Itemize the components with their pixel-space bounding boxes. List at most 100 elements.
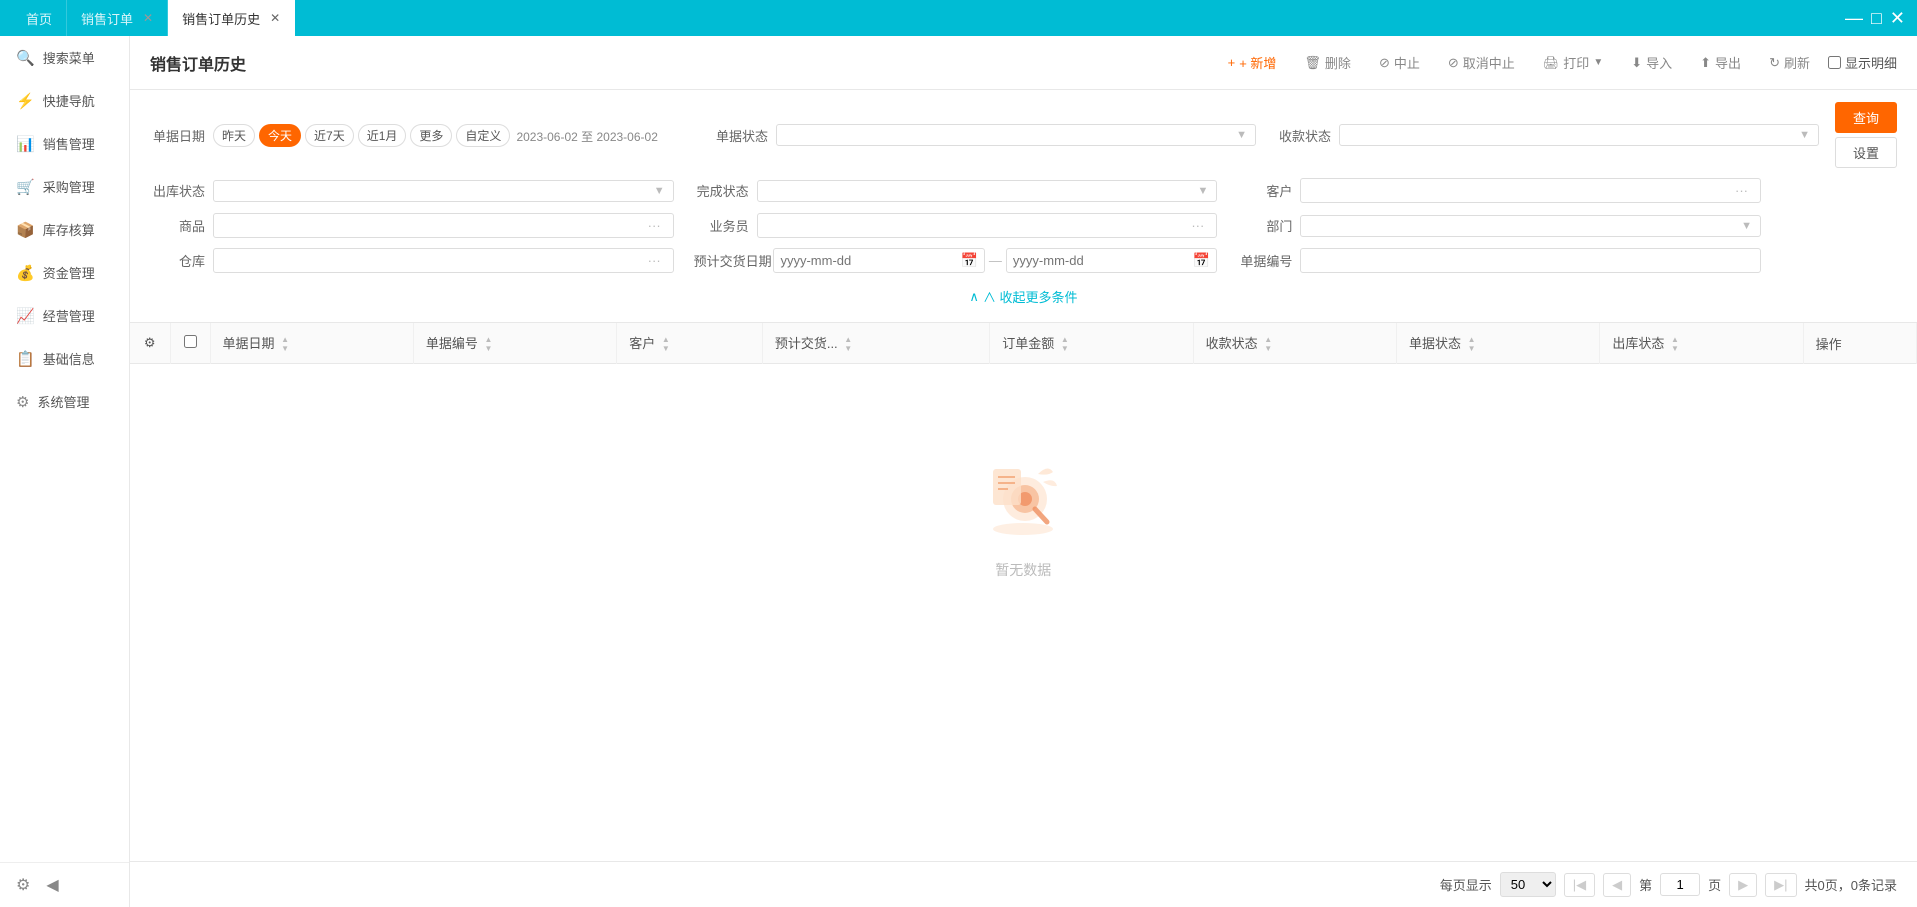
sidebar-item-search[interactable]: 🔍 搜索菜单 <box>0 36 129 79</box>
prev-page-btn[interactable]: ◀ <box>1603 873 1631 897</box>
query-button[interactable]: 查询 <box>1835 102 1897 133</box>
tab-sales-order-label: 销售订单 <box>81 9 133 28</box>
window-min[interactable]: — <box>1845 8 1863 29</box>
sort-order-icon[interactable]: ▲▼ <box>1468 336 1476 353</box>
delivery-from-wrap: 📅 <box>773 248 984 273</box>
collapse-row: ∧ ∧ 收起更多条件 <box>150 283 1897 310</box>
filter-row-4: 仓库 ··· 预计交货日期 📅 — <box>150 248 1897 273</box>
last-page-btn[interactable]: ▶| <box>1765 873 1796 897</box>
filter-area: 单据日期 昨天 今天 近7天 近1月 更多 自定义 2023-06-02 至 2… <box>130 90 1917 323</box>
operations-icon: 📈 <box>16 307 35 325</box>
select-all-checkbox[interactable] <box>184 335 197 348</box>
first-page-btn[interactable]: |◀ <box>1564 873 1595 897</box>
top-bar: 首页 销售订单 ✕ 销售订单历史 ✕ — □ ✕ <box>0 0 1917 36</box>
empty-state-row: 暂无数据 <box>130 364 1917 661</box>
window-close[interactable]: ✕ <box>1890 8 1905 29</box>
sidebar-item-system[interactable]: ⚙ 系统管理 <box>0 380 129 423</box>
sidebar-collapse-icon[interactable]: ◀ <box>46 875 58 895</box>
order-status-select[interactable]: ▼ <box>776 124 1256 146</box>
tab-sales-order-close[interactable]: ✕ <box>143 11 153 25</box>
salesman-select[interactable]: ··· <box>757 213 1218 238</box>
print-button[interactable]: 🖨 打印 ▼ <box>1533 48 1613 77</box>
main-layout: 🔍 搜索菜单 ⚡ 快捷导航 📊 销售管理 🛒 采购管理 📦 库存核算 💰 资金管… <box>0 36 1917 907</box>
sort-no-icon[interactable]: ▲▼ <box>485 336 493 353</box>
cancel-stop-button[interactable]: ⊘ 取消中止 <box>1438 48 1525 77</box>
th-out-status: 出库状态 ▲▼ <box>1600 323 1803 364</box>
sidebar-item-operations[interactable]: 📈 经营管理 <box>0 294 129 337</box>
refresh-icon: ↻ <box>1769 55 1780 71</box>
sidebar-item-basic-info-label: 基础信息 <box>43 349 95 368</box>
delivery-to-input[interactable] <box>1013 253 1189 268</box>
tab-sales-history-close[interactable]: ✕ <box>270 11 280 25</box>
salesman-ellipsis[interactable]: ··· <box>1187 218 1208 233</box>
th-action: 操作 <box>1803 323 1916 364</box>
per-page-select[interactable]: 10 20 50 100 <box>1500 872 1556 897</box>
sort-delivery-icon[interactable]: ▲▼ <box>844 336 852 353</box>
add-icon: + <box>1228 55 1236 70</box>
sort-out-icon[interactable]: ▲▼ <box>1671 336 1679 353</box>
window-max[interactable]: □ <box>1871 8 1882 29</box>
sort-date-icon[interactable]: ▲▼ <box>281 336 289 353</box>
collapse-icon: ∧ <box>969 289 979 305</box>
sidebar-item-finance[interactable]: 💰 资金管理 <box>0 251 129 294</box>
product-select[interactable]: ··· <box>213 213 674 238</box>
customer-ellipsis[interactable]: ··· <box>1731 183 1752 198</box>
warehouse-ellipsis[interactable]: ··· <box>644 253 665 268</box>
date-pill-yesterday[interactable]: 昨天 <box>213 124 255 147</box>
export-button[interactable]: ⬆ 导出 <box>1690 48 1751 77</box>
calendar-to-icon[interactable]: 📅 <box>1193 252 1210 269</box>
pay-status-label: 收款状态 <box>1276 126 1331 145</box>
date-pill-custom[interactable]: 自定义 <box>456 124 510 147</box>
add-button[interactable]: + + 新增 <box>1218 48 1287 77</box>
date-pill-1month[interactable]: 近1月 <box>358 124 407 147</box>
date-pill-7days[interactable]: 近7天 <box>305 124 354 147</box>
sort-customer-icon[interactable]: ▲▼ <box>662 336 670 353</box>
tab-sales-order[interactable]: 销售订单 ✕ <box>67 0 168 36</box>
collapse-button[interactable]: ∧ ∧ 收起更多条件 <box>965 283 1081 310</box>
stop-button[interactable]: ⊘ 中止 <box>1369 48 1430 77</box>
filter-row-3: 商品 ··· 业务员 ··· 部门 <box>150 213 1897 238</box>
print-icon: 🖨 <box>1543 55 1560 71</box>
settings-gear-icon[interactable]: ⚙ <box>144 335 156 350</box>
customer-filter: 客户 ··· <box>1217 178 1761 203</box>
out-status-filter: 出库状态 ▼ <box>150 180 674 202</box>
customer-select[interactable]: ··· <box>1300 178 1761 203</box>
tab-home[interactable]: 首页 <box>12 0 67 36</box>
out-status-select[interactable]: ▼ <box>213 180 674 202</box>
delete-button[interactable]: 🗑 删除 <box>1294 48 1361 77</box>
dept-select[interactable]: ▼ <box>1300 215 1761 237</box>
tab-home-label: 首页 <box>26 9 52 28</box>
sidebar-item-inventory[interactable]: 📦 库存核算 <box>0 208 129 251</box>
sidebar-item-purchase[interactable]: 🛒 采购管理 <box>0 165 129 208</box>
sidebar-item-quick-nav[interactable]: ⚡ 快捷导航 <box>0 79 129 122</box>
display-toggle[interactable]: 显示明细 <box>1828 53 1897 72</box>
date-pill-more[interactable]: 更多 <box>410 124 452 147</box>
sort-amount-icon[interactable]: ▲▼ <box>1061 336 1069 353</box>
delivery-from-input[interactable] <box>780 253 956 268</box>
warehouse-select[interactable]: ··· <box>213 248 674 273</box>
pay-status-select[interactable]: ▼ <box>1339 124 1819 146</box>
sidebar-settings-icon[interactable]: ⚙ <box>16 875 30 895</box>
page-input[interactable] <box>1660 873 1700 896</box>
sidebar-item-basic-info[interactable]: 📋 基础信息 <box>0 337 129 380</box>
date-pill-today[interactable]: 今天 <box>259 124 301 147</box>
order-no-input[interactable] <box>1300 248 1761 273</box>
product-ellipsis[interactable]: ··· <box>644 218 665 233</box>
next-page-btn[interactable]: ▶ <box>1729 873 1757 897</box>
sort-pay-icon[interactable]: ▲▼ <box>1264 336 1272 353</box>
th-check[interactable] <box>170 323 210 364</box>
sidebar-item-sales[interactable]: 📊 销售管理 <box>0 122 129 165</box>
settings-button[interactable]: 设置 <box>1835 137 1897 168</box>
refresh-button[interactable]: ↻ 刷新 <box>1759 48 1820 77</box>
salesman-filter: 业务员 ··· <box>674 213 1218 238</box>
import-button[interactable]: ⬇ 导入 <box>1621 48 1682 77</box>
pay-status-arrow: ▼ <box>1799 129 1810 141</box>
tab-sales-history[interactable]: 销售订单历史 ✕ <box>168 0 295 36</box>
product-filter: 商品 ··· <box>150 213 674 238</box>
complete-status-select[interactable]: ▼ <box>757 180 1218 202</box>
sidebar-item-search-label: 搜索菜单 <box>43 48 95 67</box>
sidebar-item-operations-label: 经营管理 <box>43 306 95 325</box>
display-toggle-checkbox[interactable] <box>1828 56 1841 69</box>
calendar-from-icon[interactable]: 📅 <box>960 252 977 269</box>
th-settings[interactable]: ⚙ <box>130 323 170 364</box>
